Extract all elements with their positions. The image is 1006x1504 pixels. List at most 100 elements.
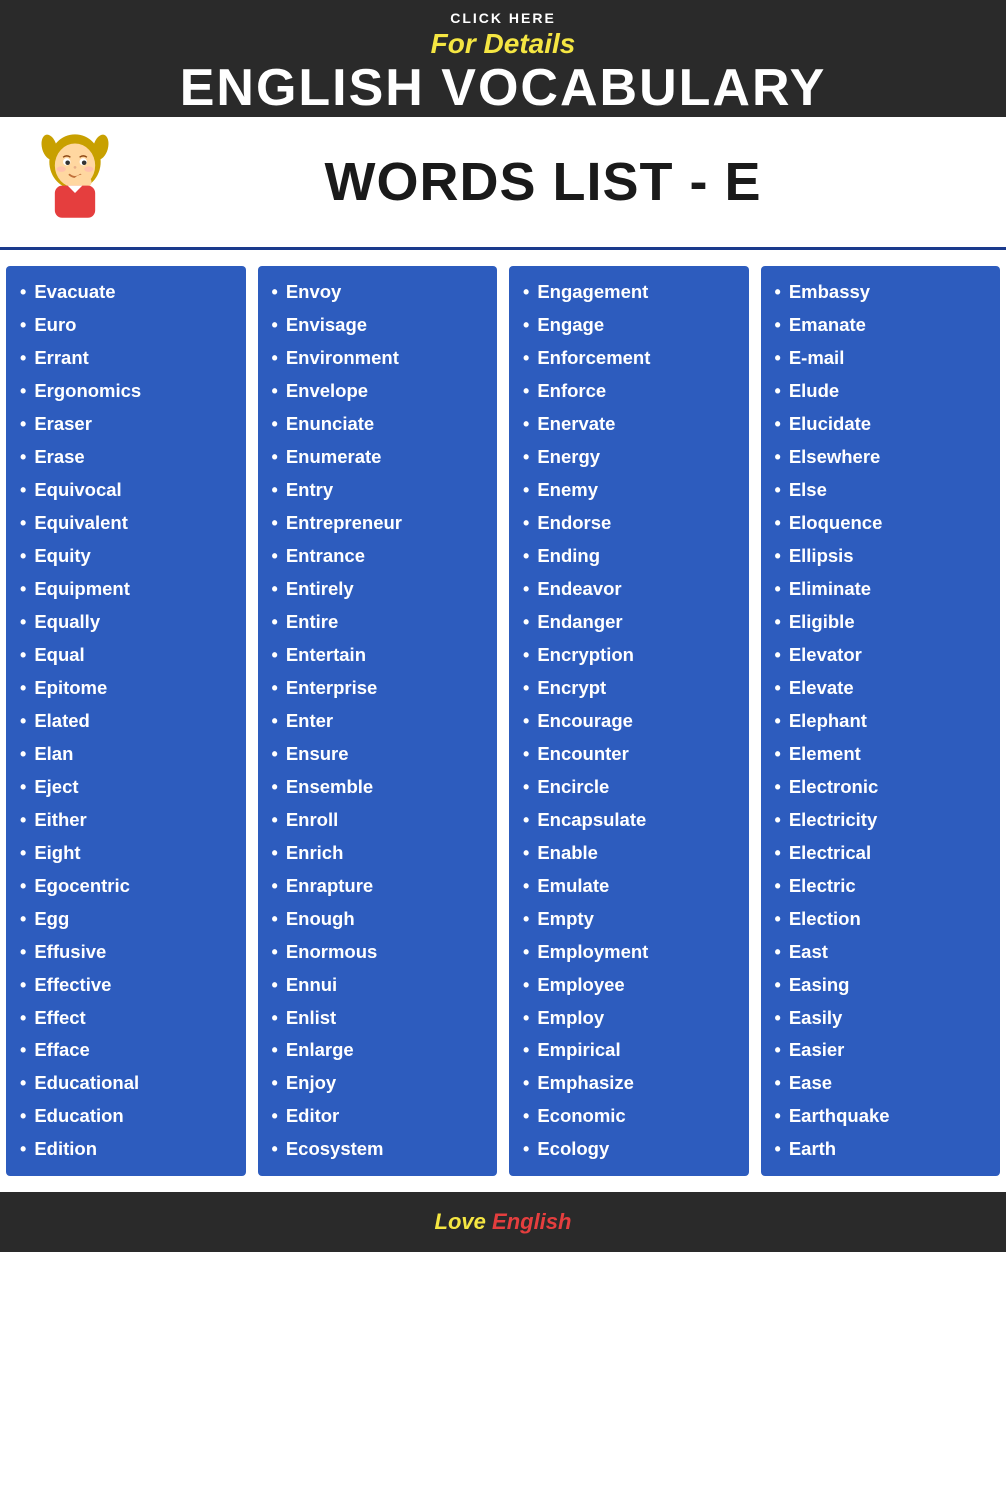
word-text: Electricity	[789, 808, 877, 833]
word-text: Enrapture	[286, 874, 373, 899]
word-text: Endeavor	[537, 577, 621, 602]
bullet-icon: •	[272, 577, 278, 601]
word-item: •Edition	[20, 1137, 236, 1162]
word-text: Emulate	[537, 874, 609, 899]
word-text: Enter	[286, 709, 333, 734]
bullet-icon: •	[523, 676, 529, 700]
word-text: Element	[789, 742, 861, 767]
word-text: Entrepreneur	[286, 511, 402, 536]
word-text: Engagement	[537, 280, 648, 305]
bullet-icon: •	[775, 1006, 781, 1030]
bullet-icon: •	[523, 973, 529, 997]
word-item: •Education	[20, 1104, 236, 1129]
word-text: Entrance	[286, 544, 365, 569]
word-item: • Employment	[523, 940, 739, 965]
word-text: Enterprise	[286, 676, 378, 701]
word-item: • Enable	[523, 841, 739, 866]
word-item: •Enemy	[523, 478, 739, 503]
bullet-icon: •	[523, 709, 529, 733]
bullet-icon: •	[272, 709, 278, 733]
word-text: Elsewhere	[789, 445, 881, 470]
bullet-icon: •	[20, 1006, 26, 1030]
word-text: Engage	[537, 313, 604, 338]
bullet-icon: •	[272, 676, 278, 700]
bullet-icon: •	[272, 907, 278, 931]
word-item: •Eject	[20, 775, 236, 800]
word-text: Enable	[537, 841, 598, 866]
word-item: •Ellipsis	[775, 544, 991, 569]
word-text: Encourage	[537, 709, 633, 734]
word-text: Ecosystem	[286, 1137, 384, 1162]
word-item: •Envoy	[272, 280, 488, 305]
bullet-icon: •	[272, 775, 278, 799]
word-text: East	[789, 940, 828, 965]
word-item: •Editor	[272, 1104, 488, 1129]
bullet-icon: •	[775, 478, 781, 502]
bullet-icon: •	[20, 544, 26, 568]
word-item: •Element	[775, 742, 991, 767]
sub-title: WORDS LIST - E	[130, 151, 986, 213]
word-item: •Entry	[272, 478, 488, 503]
word-item: •Epitome	[20, 676, 236, 701]
bullet-icon: •	[523, 841, 529, 865]
word-text: Embassy	[789, 280, 870, 305]
word-item: •Either	[20, 808, 236, 833]
word-text: Earthquake	[789, 1104, 890, 1129]
word-text: Educational	[34, 1071, 139, 1096]
word-text: Erase	[34, 445, 84, 470]
bullet-icon: •	[775, 841, 781, 865]
word-item: •Ensure	[272, 742, 488, 767]
bullet-icon: •	[272, 544, 278, 568]
word-text: Equivalent	[34, 511, 128, 536]
word-text: Elevator	[789, 643, 862, 668]
word-text: Enlarge	[286, 1038, 354, 1063]
word-text: Entirely	[286, 577, 354, 602]
word-text: Ecology	[537, 1137, 609, 1162]
bullet-icon: •	[775, 610, 781, 634]
bullet-icon: •	[272, 346, 278, 370]
word-item: •Emphasize	[523, 1071, 739, 1096]
word-item: •Efface	[20, 1038, 236, 1063]
word-item: •Elude	[775, 379, 991, 404]
word-text: Equipment	[34, 577, 130, 602]
word-item: •Encounter	[523, 742, 739, 767]
word-item: •Elephant	[775, 709, 991, 734]
bullet-icon: •	[775, 775, 781, 799]
word-text: Entertain	[286, 643, 366, 668]
word-text: Equally	[34, 610, 100, 635]
bullet-icon: •	[775, 445, 781, 469]
word-item: •Earthquake	[775, 1104, 991, 1129]
word-item: • Equivalent	[20, 511, 236, 536]
bullet-icon: •	[20, 346, 26, 370]
bullet-icon: •	[20, 742, 26, 766]
bullet-icon: •	[523, 940, 529, 964]
bullet-icon: •	[775, 808, 781, 832]
word-item: •Enlarge	[272, 1038, 488, 1063]
word-item: •Enroll	[272, 808, 488, 833]
word-item: •Equipment	[20, 577, 236, 602]
word-item: •Elan	[20, 742, 236, 767]
word-text: Elevate	[789, 676, 854, 701]
for-details-text[interactable]: For Details	[20, 28, 986, 60]
word-item: •Enforce	[523, 379, 739, 404]
word-item: •East	[775, 940, 991, 965]
click-here-text: CLICK HERE	[20, 10, 986, 26]
word-text: Ensemble	[286, 775, 373, 800]
word-text: Employment	[537, 940, 648, 965]
bullet-icon: •	[20, 940, 26, 964]
word-item: •Emulate	[523, 874, 739, 899]
word-item: •Ease	[775, 1071, 991, 1096]
word-text: Encircle	[537, 775, 609, 800]
word-text: Envisage	[286, 313, 367, 338]
word-text: Errant	[34, 346, 89, 371]
bullet-icon: •	[775, 280, 781, 304]
word-item: •Effusive	[20, 940, 236, 965]
bullet-icon: •	[272, 643, 278, 667]
bullet-icon: •	[20, 511, 26, 535]
bullet-icon: •	[20, 973, 26, 997]
word-text: Economic	[537, 1104, 625, 1129]
bullet-icon: •	[272, 478, 278, 502]
word-item: •Employee	[523, 973, 739, 998]
word-item: •Enunciate	[272, 412, 488, 437]
word-text: Eligible	[789, 610, 855, 635]
